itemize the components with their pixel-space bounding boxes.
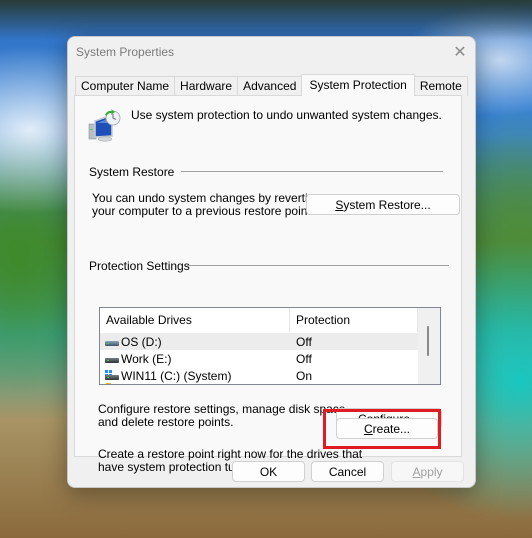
intro-text: Use system protection to undo unwanted s… — [131, 108, 442, 122]
drive-row[interactable]: OS (D:) Off — [100, 333, 418, 350]
list-header: Available Drives Protection — [100, 308, 418, 332]
system-protection-icon — [88, 109, 121, 142]
drive-row[interactable]: Work (E:) Off — [100, 350, 418, 367]
description-line: and delete restore points. — [98, 415, 234, 429]
button-label: ystem Restore... — [343, 197, 431, 212]
tab-computer-name[interactable]: Computer Name — [75, 76, 176, 96]
cancel-button[interactable]: Cancel — [311, 461, 384, 482]
list-scrollbar[interactable] — [418, 308, 440, 384]
button-label: pply — [420, 464, 443, 479]
drive-protection-status: On — [296, 368, 313, 383]
drive-name-cell: OS (D:) — [100, 335, 290, 349]
drive-row[interactable]: WIN11 (C:) (System) On — [100, 367, 418, 384]
drive-icon — [105, 353, 119, 365]
system-restore-description: You can undo system changes by reverting… — [92, 192, 321, 218]
configure-description: Configure restore settings, manage disk … — [98, 403, 349, 429]
apply-button[interactable]: Apply — [391, 461, 464, 482]
group-divider — [181, 171, 443, 172]
column-header-protection[interactable]: Protection — [290, 308, 418, 332]
title-bar[interactable]: System Properties ✕ — [68, 37, 475, 67]
system-properties-dialog: System Properties ✕ Computer Name Hardwa… — [67, 36, 476, 488]
partial-row-icon — [106, 383, 111, 384]
column-header-available-drives[interactable]: Available Drives — [100, 308, 290, 332]
tab-hardware[interactable]: Hardware — [174, 76, 239, 96]
close-icon: ✕ — [453, 44, 467, 61]
drive-name-cell: Work (E:) — [100, 352, 290, 366]
system-protection-panel: Use system protection to undo unwanted s… — [74, 95, 462, 474]
ok-button[interactable]: OK — [232, 461, 305, 482]
drive-protection-status: Off — [296, 334, 312, 349]
drive-protection-status: Off — [296, 351, 312, 366]
highlight-box — [323, 409, 441, 449]
drive-name: WIN11 (C:) (System) — [121, 368, 232, 383]
system-restore-group-title: System Restore — [89, 165, 181, 179]
mnemonic: A — [412, 464, 421, 479]
drive-icon — [105, 336, 119, 348]
drives-list[interactable]: Available Drives Protection OS (D:) Off … — [99, 307, 441, 385]
drive-name-cell: WIN11 (C:) (System) — [100, 369, 290, 383]
mnemonic: S — [335, 197, 344, 212]
tab-advanced[interactable]: Advanced — [237, 76, 303, 96]
drive-name: Work (E:) — [121, 351, 172, 366]
window-title: System Properties — [76, 45, 175, 59]
group-divider — [187, 265, 449, 266]
system-drive-icon — [105, 369, 119, 382]
scrollbar-thumb[interactable] — [427, 326, 429, 356]
tab-remote[interactable]: Remote — [413, 76, 468, 96]
drive-name: OS (D:) — [121, 334, 162, 349]
wallpaper-foliage — [0, 0, 532, 40]
close-button[interactable]: ✕ — [445, 37, 475, 67]
protection-settings-group-title: Protection Settings — [89, 259, 196, 273]
description-line: your computer to a previous restore poin… — [92, 204, 315, 218]
system-restore-button[interactable]: System Restore... — [306, 194, 460, 215]
tab-strip: Computer Name Hardware Advanced System P… — [75, 74, 468, 96]
tab-system-protection[interactable]: System Protection — [301, 74, 415, 96]
